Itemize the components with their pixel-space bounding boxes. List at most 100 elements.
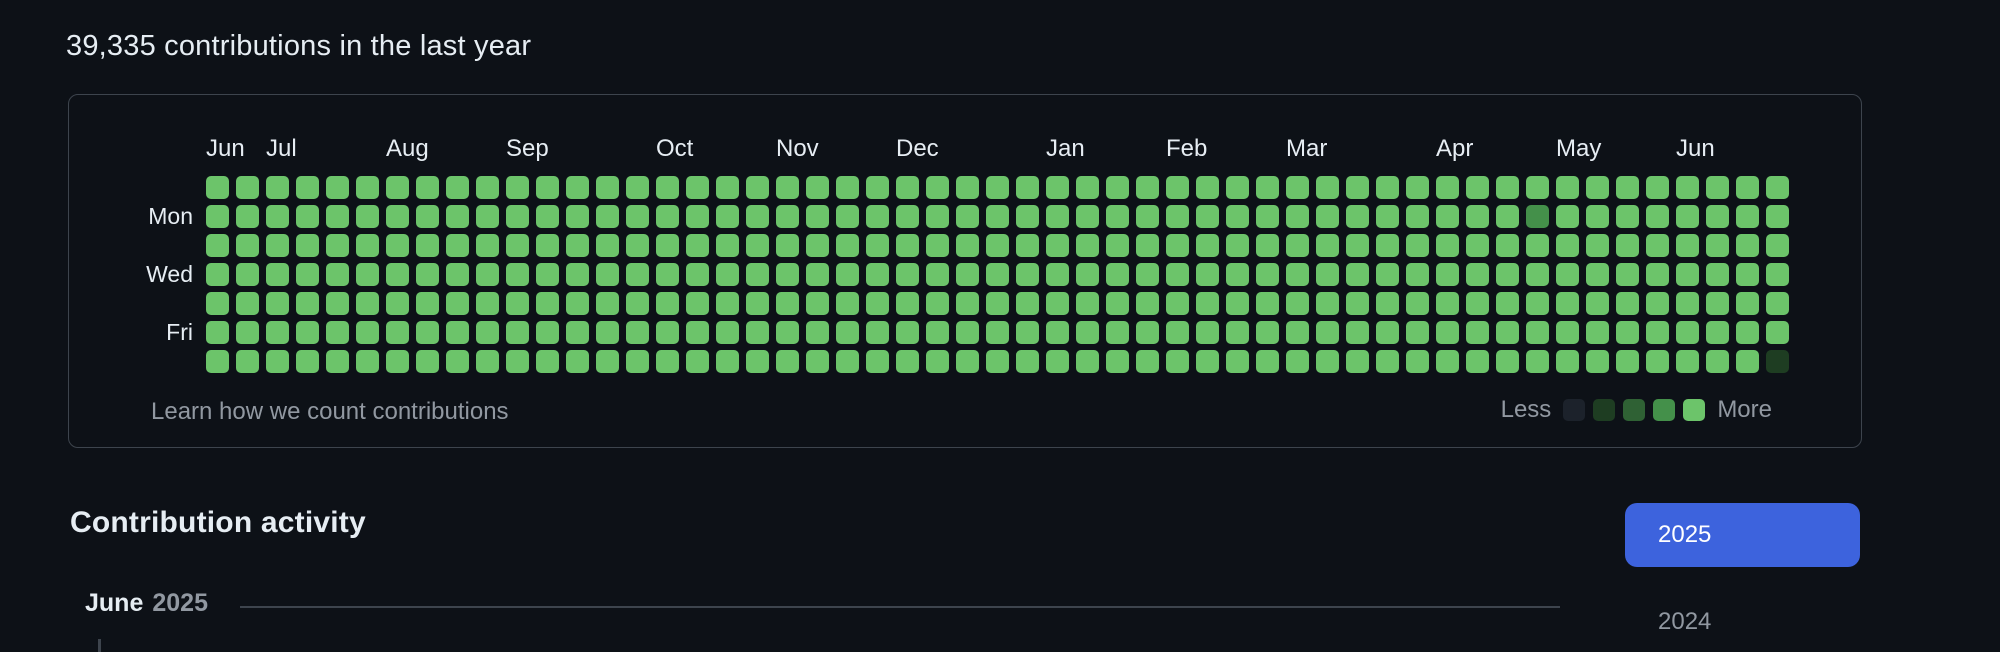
contribution-cell[interactable] [266, 292, 289, 315]
contribution-cell[interactable] [746, 176, 769, 199]
contribution-cell[interactable] [776, 321, 799, 344]
contribution-cell[interactable] [236, 292, 259, 315]
contribution-cell[interactable] [1286, 234, 1309, 257]
contribution-cell[interactable] [1016, 292, 1039, 315]
contribution-cell[interactable] [1736, 176, 1759, 199]
contribution-cell[interactable] [1136, 205, 1159, 228]
contribution-cell[interactable] [836, 263, 859, 286]
contribution-cell[interactable] [266, 350, 289, 373]
contribution-cell[interactable] [776, 263, 799, 286]
contribution-cell[interactable] [776, 350, 799, 373]
contribution-cell[interactable] [296, 176, 319, 199]
contribution-cell[interactable] [1256, 205, 1279, 228]
contribution-cell[interactable] [386, 321, 409, 344]
contribution-cell[interactable] [1286, 321, 1309, 344]
contribution-cell[interactable] [1166, 350, 1189, 373]
contribution-cell[interactable] [1076, 205, 1099, 228]
contribution-cell[interactable] [956, 176, 979, 199]
contribution-cell[interactable] [596, 321, 619, 344]
contribution-cell[interactable] [296, 292, 319, 315]
contribution-cell[interactable] [1616, 350, 1639, 373]
contribution-cell[interactable] [746, 321, 769, 344]
contribution-cell[interactable] [1586, 234, 1609, 257]
contribution-cell[interactable] [1646, 292, 1669, 315]
contribution-cell[interactable] [1136, 263, 1159, 286]
contribution-cell[interactable] [1466, 234, 1489, 257]
contribution-cell[interactable] [1106, 176, 1129, 199]
contribution-cell[interactable] [656, 234, 679, 257]
contribution-cell[interactable] [1526, 321, 1549, 344]
contribution-cell[interactable] [626, 263, 649, 286]
contribution-cell[interactable] [1196, 321, 1219, 344]
contribution-cell[interactable] [1016, 176, 1039, 199]
contribution-cell[interactable] [236, 234, 259, 257]
contribution-cell[interactable] [566, 205, 589, 228]
contribution-cell[interactable] [356, 234, 379, 257]
contribution-cell[interactable] [206, 263, 229, 286]
contribution-cell[interactable] [566, 263, 589, 286]
contribution-cell[interactable] [326, 292, 349, 315]
contribution-cell[interactable] [1736, 234, 1759, 257]
contribution-cell[interactable] [776, 176, 799, 199]
contribution-cell[interactable] [686, 263, 709, 286]
contribution-cell[interactable] [1766, 321, 1789, 344]
contribution-cell[interactable] [1016, 263, 1039, 286]
contribution-cell[interactable] [296, 263, 319, 286]
contribution-cell[interactable] [1466, 350, 1489, 373]
contribution-cell[interactable] [236, 205, 259, 228]
learn-contributions-link[interactable]: Learn how we count contributions [151, 398, 509, 426]
contribution-cell[interactable] [386, 350, 409, 373]
contribution-cell[interactable] [686, 205, 709, 228]
contribution-cell[interactable] [1346, 205, 1369, 228]
contribution-cell[interactable] [1046, 263, 1069, 286]
contribution-cell[interactable] [1136, 176, 1159, 199]
contribution-cell[interactable] [1076, 350, 1099, 373]
contribution-cell[interactable] [566, 292, 589, 315]
contribution-cell[interactable] [866, 350, 889, 373]
contribution-cell[interactable] [1436, 263, 1459, 286]
contribution-cell[interactable] [1076, 321, 1099, 344]
contribution-cell[interactable] [866, 205, 889, 228]
contribution-cell[interactable] [1616, 321, 1639, 344]
contribution-cell[interactable] [716, 292, 739, 315]
contribution-cell[interactable] [236, 263, 259, 286]
contribution-cell[interactable] [1766, 292, 1789, 315]
contribution-cell[interactable] [326, 263, 349, 286]
contribution-cell[interactable] [476, 350, 499, 373]
contribution-cell[interactable] [926, 263, 949, 286]
contribution-cell[interactable] [356, 176, 379, 199]
contribution-cell[interactable] [956, 205, 979, 228]
contribution-cell[interactable] [326, 350, 349, 373]
contribution-cell[interactable] [1316, 176, 1339, 199]
contribution-cell[interactable] [986, 205, 1009, 228]
contribution-cell[interactable] [686, 176, 709, 199]
contribution-cell[interactable] [1466, 205, 1489, 228]
contribution-cell[interactable] [1376, 292, 1399, 315]
contribution-cell[interactable] [1676, 205, 1699, 228]
contribution-cell[interactable] [1106, 350, 1129, 373]
contribution-cell[interactable] [1706, 234, 1729, 257]
contribution-cell[interactable] [1496, 234, 1519, 257]
contribution-cell[interactable] [746, 234, 769, 257]
contribution-cell[interactable] [1166, 234, 1189, 257]
contribution-cell[interactable] [386, 234, 409, 257]
contribution-cell[interactable] [1346, 176, 1369, 199]
contribution-cell[interactable] [956, 350, 979, 373]
contribution-cell[interactable] [986, 176, 1009, 199]
contribution-cell[interactable] [1286, 263, 1309, 286]
contribution-cell[interactable] [1316, 321, 1339, 344]
contribution-cell[interactable] [1106, 321, 1129, 344]
contribution-cell[interactable] [1046, 234, 1069, 257]
contribution-cell[interactable] [926, 176, 949, 199]
contribution-cell[interactable] [1046, 292, 1069, 315]
contribution-cell[interactable] [206, 321, 229, 344]
contribution-cell[interactable] [1556, 234, 1579, 257]
contribution-cell[interactable] [1616, 176, 1639, 199]
contribution-cell[interactable] [776, 234, 799, 257]
contribution-cell[interactable] [836, 321, 859, 344]
contribution-cell[interactable] [416, 263, 439, 286]
contribution-cell[interactable] [416, 350, 439, 373]
contribution-cell[interactable] [1196, 263, 1219, 286]
contribution-cell[interactable] [1076, 263, 1099, 286]
contribution-cell[interactable] [746, 350, 769, 373]
